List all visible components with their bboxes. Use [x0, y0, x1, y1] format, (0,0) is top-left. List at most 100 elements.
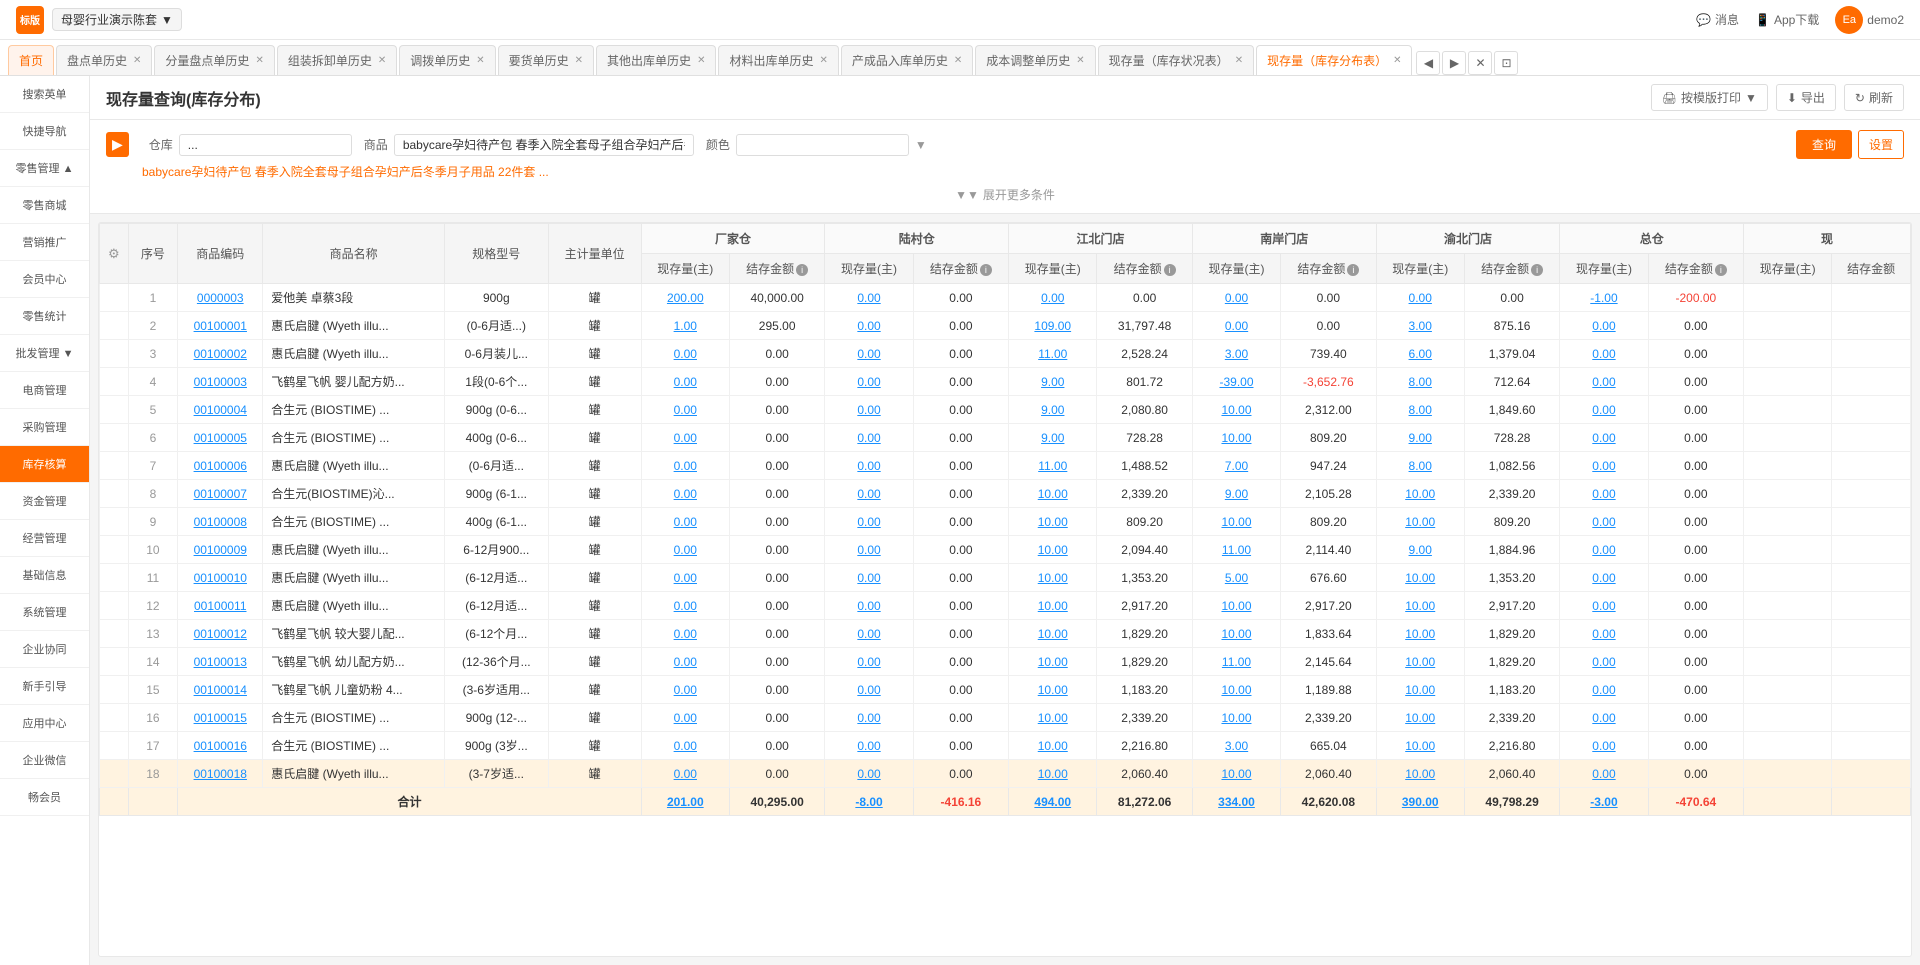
jiangbei-qty[interactable]: 10.00: [1009, 676, 1097, 704]
nanan-qty[interactable]: 10.00: [1192, 676, 1280, 704]
nanan-qty[interactable]: -39.00: [1192, 368, 1280, 396]
factory-qty[interactable]: 0.00: [641, 480, 729, 508]
sidebar-item-ecommerce[interactable]: 电商管理: [0, 372, 89, 409]
total-qty[interactable]: 0.00: [1560, 564, 1648, 592]
sidebar-item-search[interactable]: 搜索英单: [0, 76, 89, 113]
jiangbei-qty[interactable]: 10.00: [1009, 620, 1097, 648]
row-settings[interactable]: [100, 508, 129, 536]
factory-qty[interactable]: 0.00: [641, 340, 729, 368]
sidebar-item-marketing[interactable]: 营销推广: [0, 224, 89, 261]
factory-qty[interactable]: 0.00: [641, 424, 729, 452]
setting-button[interactable]: 设置: [1858, 130, 1904, 159]
total-qty[interactable]: 0.00: [1560, 592, 1648, 620]
jiangbei-qty[interactable]: 10.00: [1009, 480, 1097, 508]
lu-qty[interactable]: 0.00: [825, 620, 913, 648]
refresh-btn[interactable]: ↻ 刷新: [1844, 84, 1904, 111]
lu-qty[interactable]: 0.00: [825, 704, 913, 732]
jiangbei-qty[interactable]: 10.00: [1009, 704, 1097, 732]
close-icon[interactable]: ✕: [133, 55, 141, 66]
factory-qty[interactable]: 0.00: [641, 760, 729, 788]
close-icon[interactable]: ✕: [378, 55, 386, 66]
jiangbei-qty[interactable]: 10.00: [1009, 648, 1097, 676]
lu-qty[interactable]: 0.00: [825, 676, 913, 704]
lu-qty[interactable]: 0.00: [825, 648, 913, 676]
total-qty[interactable]: 0.00: [1560, 704, 1648, 732]
tab-sub-inventory[interactable]: 分量盘点单历史 ✕: [154, 45, 274, 75]
row-settings[interactable]: [100, 676, 129, 704]
close-icon[interactable]: ✕: [819, 55, 827, 66]
nanan-qty[interactable]: 10.00: [1192, 620, 1280, 648]
lu-qty[interactable]: 0.00: [825, 396, 913, 424]
nanan-qty[interactable]: 10.00: [1192, 704, 1280, 732]
row-settings[interactable]: [100, 564, 129, 592]
total-qty[interactable]: 0.00: [1560, 312, 1648, 340]
jiangbei-qty[interactable]: 10.00: [1009, 508, 1097, 536]
row-code[interactable]: 00100013: [178, 648, 263, 676]
sidebar-item-retail-store[interactable]: 零售商城: [0, 187, 89, 224]
nanan-qty[interactable]: 3.00: [1192, 732, 1280, 760]
tab-stock-status[interactable]: 现存量（库存状况表） ✕: [1098, 45, 1254, 75]
total-qty[interactable]: 0.00: [1560, 396, 1648, 424]
factory-qty[interactable]: 0.00: [641, 676, 729, 704]
export-btn[interactable]: ⬇ 导出: [1776, 84, 1836, 111]
total-qty[interactable]: 0.00: [1560, 732, 1648, 760]
nanan-qty[interactable]: 11.00: [1192, 648, 1280, 676]
tab-material-out[interactable]: 材料出库单历史 ✕: [718, 45, 838, 75]
factory-qty[interactable]: 0.00: [641, 368, 729, 396]
collapse-btn[interactable]: ▶: [106, 132, 129, 157]
total-qty[interactable]: 0.00: [1560, 648, 1648, 676]
yubei-qty[interactable]: 10.00: [1376, 508, 1464, 536]
row-settings[interactable]: [100, 452, 129, 480]
nanan-qty[interactable]: 3.00: [1192, 340, 1280, 368]
lu-qty[interactable]: 0.00: [825, 508, 913, 536]
info-icon[interactable]: i: [1347, 264, 1359, 276]
nanan-qty[interactable]: 7.00: [1192, 452, 1280, 480]
row-code[interactable]: 00100014: [178, 676, 263, 704]
factory-qty[interactable]: 200.00: [641, 284, 729, 312]
lu-qty[interactable]: 0.00: [825, 732, 913, 760]
row-settings[interactable]: [100, 592, 129, 620]
tab-stock-dist[interactable]: 现存量（库存分布表） ✕: [1256, 45, 1412, 75]
factory-qty[interactable]: 0.00: [641, 396, 729, 424]
sidebar-item-purchase[interactable]: 采购管理: [0, 409, 89, 446]
nanan-qty[interactable]: 10.00: [1192, 396, 1280, 424]
sidebar-item-quicknav[interactable]: 快捷导航: [0, 113, 89, 150]
row-code[interactable]: 00100002: [178, 340, 263, 368]
total-qty[interactable]: -1.00: [1560, 284, 1648, 312]
row-settings[interactable]: [100, 760, 129, 788]
row-code[interactable]: 00100018: [178, 760, 263, 788]
row-settings[interactable]: [100, 536, 129, 564]
tab-prev-btn[interactable]: ◀: [1416, 51, 1440, 75]
row-code[interactable]: 00100010: [178, 564, 263, 592]
yubei-qty[interactable]: 0.00: [1376, 284, 1464, 312]
sidebar-item-wholesale[interactable]: 批发管理 ▼: [0, 335, 89, 372]
jiangbei-qty[interactable]: 11.00: [1009, 452, 1097, 480]
nanan-qty[interactable]: 10.00: [1192, 760, 1280, 788]
yubei-qty[interactable]: 9.00: [1376, 424, 1464, 452]
row-code[interactable]: 00100007: [178, 480, 263, 508]
row-settings[interactable]: [100, 704, 129, 732]
tab-requisition[interactable]: 要货单历史 ✕: [498, 45, 594, 75]
sidebar-item-retail-stats[interactable]: 零售统计: [0, 298, 89, 335]
row-settings[interactable]: [100, 368, 129, 396]
print-btn[interactable]: 🖨 按模版打印 ▼: [1651, 84, 1768, 111]
factory-qty[interactable]: 0.00: [641, 620, 729, 648]
row-code[interactable]: 00100008: [178, 508, 263, 536]
yubei-qty[interactable]: 9.00: [1376, 536, 1464, 564]
tab-next-btn[interactable]: ▶: [1442, 51, 1466, 75]
yubei-qty[interactable]: 8.00: [1376, 396, 1464, 424]
expand-conditions-btn[interactable]: ▼▼ 展开更多条件: [955, 186, 1055, 203]
close-icon[interactable]: ✕: [255, 55, 263, 66]
close-icon[interactable]: ✕: [476, 55, 484, 66]
goods-input[interactable]: [394, 134, 694, 156]
total-qty[interactable]: 0.00: [1560, 452, 1648, 480]
yubei-qty[interactable]: 10.00: [1376, 676, 1464, 704]
row-settings[interactable]: [100, 284, 129, 312]
close-icon[interactable]: ✕: [575, 55, 583, 66]
sidebar-item-wechat[interactable]: 企业微信: [0, 742, 89, 779]
factory-qty[interactable]: 0.00: [641, 592, 729, 620]
lu-qty[interactable]: 0.00: [825, 340, 913, 368]
nanan-qty[interactable]: 10.00: [1192, 592, 1280, 620]
nanan-qty[interactable]: 9.00: [1192, 480, 1280, 508]
jiangbei-qty[interactable]: 10.00: [1009, 732, 1097, 760]
